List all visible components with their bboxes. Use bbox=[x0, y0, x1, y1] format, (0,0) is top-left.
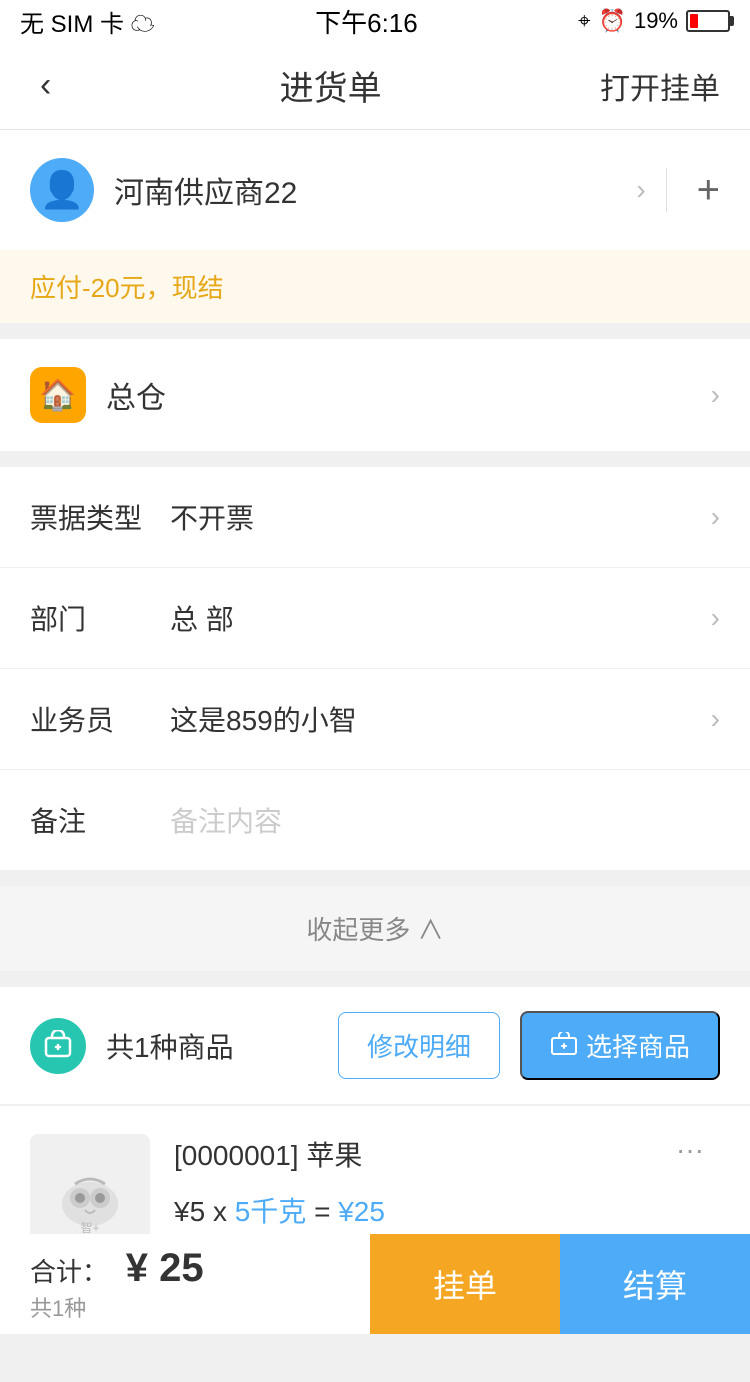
salesman-label: 业务员 bbox=[30, 699, 170, 739]
warehouse-icon: 🏠 bbox=[30, 367, 86, 423]
product-header: 共1种商品 修改明细 选择商品 bbox=[0, 987, 750, 1104]
hang-button[interactable]: 挂单 bbox=[370, 1234, 560, 1334]
select-product-button[interactable]: 选择商品 bbox=[520, 1011, 720, 1080]
supplier-avatar: 👤 bbox=[30, 158, 94, 222]
settle-button[interactable]: 结算 bbox=[560, 1234, 750, 1334]
bottom-bar: 合计： ¥ 25 共1种 挂单 结算 bbox=[0, 1234, 750, 1334]
supplier-chevron-icon: › bbox=[636, 174, 645, 206]
back-button[interactable]: ‹ bbox=[30, 56, 61, 115]
svg-text:智+: 智+ bbox=[80, 1220, 99, 1234]
invoice-label: 票据类型 bbox=[30, 497, 170, 537]
product-code: [0000001] bbox=[174, 1140, 299, 1171]
total-amount: ¥ 25 bbox=[126, 1246, 204, 1290]
select-product-label: 选择商品 bbox=[586, 1027, 690, 1064]
remark-input[interactable]: 备注内容 bbox=[170, 800, 720, 840]
product-title-name: 苹果 bbox=[306, 1140, 362, 1171]
warehouse-section: 🏠 总仓 › bbox=[0, 339, 750, 451]
status-time: 下午6:16 bbox=[315, 3, 418, 40]
warehouse-chevron-icon: › bbox=[711, 379, 720, 411]
status-right: ⌖ ⏰ 19% bbox=[578, 8, 730, 34]
battery-icon bbox=[686, 10, 730, 32]
product-info: [0000001] 苹果 ¥5 x 5千克 = ¥25 bbox=[174, 1134, 636, 1230]
open-hang-button[interactable]: 打开挂单 bbox=[600, 64, 720, 108]
supplier-name: 河南供应商22 bbox=[114, 168, 636, 212]
location-icon: ⌖ bbox=[578, 8, 590, 34]
total-count: 共1种 bbox=[30, 1291, 340, 1323]
invoice-chevron-icon: › bbox=[711, 501, 720, 533]
product-count-text: 共1种商品 bbox=[106, 1026, 318, 1066]
remark-row[interactable]: 备注 备注内容 bbox=[0, 770, 750, 870]
warehouse-row[interactable]: 🏠 总仓 › bbox=[0, 339, 750, 451]
dept-value: 总 部 bbox=[170, 598, 711, 638]
owl-icon: 智+ bbox=[50, 1154, 130, 1234]
salesman-row[interactable]: 业务员 这是859的小智 › bbox=[0, 669, 750, 770]
status-left: 无 SIM 卡 ☁ bbox=[20, 4, 155, 39]
price-value: ¥5 bbox=[174, 1196, 205, 1227]
content-area: 👤 河南供应商22 › + 应付-20元，现结 🏠 总仓 › 票据类型 不开票 … bbox=[0, 130, 750, 1382]
dept-label: 部门 bbox=[30, 598, 170, 638]
remark-label: 备注 bbox=[30, 800, 170, 840]
nav-bar: ‹ 进货单 打开挂单 bbox=[0, 42, 750, 130]
sim-signal: 无 SIM 卡 ☁ bbox=[20, 4, 155, 39]
salesman-chevron-icon: › bbox=[711, 703, 720, 735]
salesman-value: 这是859的小智 bbox=[170, 699, 711, 739]
battery-percent: 19% bbox=[634, 8, 678, 34]
form-section: 票据类型 不开票 › 部门 总 部 › 业务员 这是859的小智 › 备注 备注… bbox=[0, 467, 750, 870]
price-multiply: x bbox=[213, 1196, 235, 1227]
product-price-row: ¥5 x 5千克 = ¥25 bbox=[174, 1190, 636, 1230]
product-total: ¥25 bbox=[338, 1196, 385, 1227]
dept-chevron-icon: › bbox=[711, 602, 720, 634]
notice-bar: 应付-20元，现结 bbox=[0, 250, 750, 323]
supplier-section: 👤 河南供应商22 › + bbox=[0, 130, 750, 250]
invoice-row[interactable]: 票据类型 不开票 › bbox=[0, 467, 750, 568]
warehouse-name: 总仓 bbox=[106, 373, 711, 417]
dept-row[interactable]: 部门 总 部 › bbox=[0, 568, 750, 669]
supplier-row[interactable]: 👤 河南供应商22 › + bbox=[0, 130, 750, 250]
product-more-button[interactable]: ··· bbox=[660, 1134, 720, 1166]
total-area: 合计： ¥ 25 共1种 bbox=[0, 1246, 370, 1323]
quantity-value: 5千克 bbox=[235, 1196, 307, 1227]
price-equals: = bbox=[314, 1196, 338, 1227]
status-bar: 无 SIM 卡 ☁ 下午6:16 ⌖ ⏰ 19% bbox=[0, 0, 750, 42]
edit-detail-button[interactable]: 修改明细 bbox=[338, 1012, 500, 1079]
person-icon: 👤 bbox=[40, 169, 85, 211]
product-name: [0000001] 苹果 bbox=[174, 1134, 636, 1174]
add-button[interactable]: + bbox=[697, 168, 720, 213]
alarm-icon: ⏰ bbox=[599, 8, 626, 34]
collapse-button[interactable]: 收起更多 ∧ bbox=[0, 886, 750, 971]
divider bbox=[666, 168, 667, 212]
total-label: 合计： bbox=[30, 1257, 108, 1287]
product-count-icon bbox=[30, 1018, 86, 1074]
page-title: 进货单 bbox=[280, 61, 382, 110]
invoice-value: 不开票 bbox=[170, 497, 711, 537]
